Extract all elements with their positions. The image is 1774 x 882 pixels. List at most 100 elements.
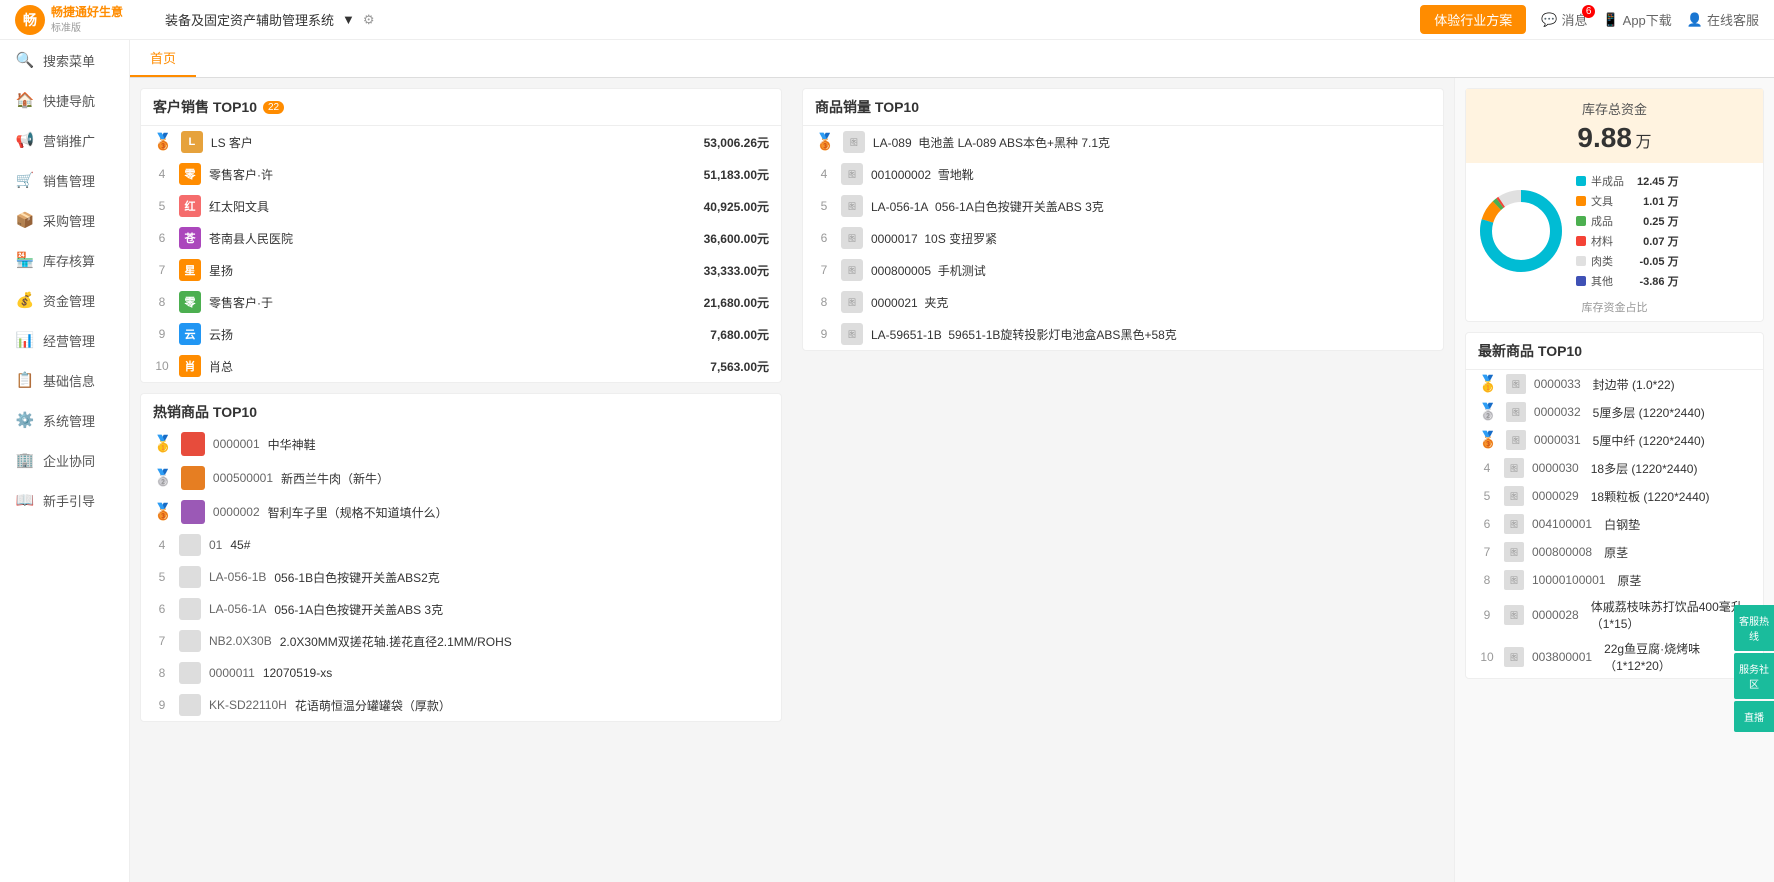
product-code: 0000031 xyxy=(1534,433,1581,447)
avatar: 云 xyxy=(179,323,201,345)
settings-icon[interactable]: ⚙ xyxy=(363,12,375,28)
table-row[interactable]: 7 星 星扬 33,333.00元 xyxy=(141,254,781,286)
sidebar-item-operations[interactable]: 📊 经营管理 xyxy=(0,320,129,360)
list-item[interactable]: 🥉 图 0000031 5厘中纤 (1220*2440) xyxy=(1466,426,1763,454)
product-info: LA-056-1A 056-1A白色按键开关盖ABS 3克 xyxy=(871,198,1104,215)
app-download-button[interactable]: 📱 App下载 xyxy=(1602,10,1671,29)
sidebar-sales-label: 销售管理 xyxy=(43,171,95,190)
list-item[interactable]: 8 图 10000100001 原茎 xyxy=(1466,566,1763,594)
list-item[interactable]: 8 0000011 12070519-xs xyxy=(141,657,781,689)
customer-value: 53,006.26元 xyxy=(704,134,769,151)
product-img: 图 xyxy=(1504,458,1524,478)
content: 首页 客户销售 TOP10 22 🥉 L LS xyxy=(130,40,1774,882)
hot-products-header: 热销商品 TOP10 xyxy=(141,394,781,427)
legend-label: 材料 xyxy=(1591,233,1630,249)
sidebar-marketing-label: 营销推广 xyxy=(43,131,95,150)
list-item[interactable]: 7 图 000800008 原茎 xyxy=(1466,538,1763,566)
sidebar-item-sales[interactable]: 🛒 销售管理 xyxy=(0,160,129,200)
avatar: 肖 xyxy=(179,355,201,377)
list-item[interactable]: 🥈 000500001 新西兰牛肉（新牛） xyxy=(141,461,781,495)
customer-value: 36,600.00元 xyxy=(704,230,769,247)
table-row[interactable]: 8 图 0000021 夹克 xyxy=(803,286,1443,318)
list-item[interactable]: 🥇 图 0000033 封边带 (1.0*22) xyxy=(1466,370,1763,398)
sidebar-item-enterprise[interactable]: 🏢 企业协同 xyxy=(0,440,129,480)
sidebar-item-search[interactable]: 🔍 搜索菜单 xyxy=(0,40,129,80)
rank-number: 9 xyxy=(153,698,171,712)
avatar: 苍 xyxy=(179,227,201,249)
online-service-button[interactable]: 👤 在线客服 xyxy=(1687,10,1759,29)
table-row[interactable]: 9 图 LA-59651-1B 59651-1B旋转投影灯电池盒ABS黑色+58… xyxy=(803,318,1443,350)
list-item[interactable]: 🥈 图 0000032 5厘多层 (1220*2440) xyxy=(1466,398,1763,426)
sidebar-item-nav[interactable]: 🏠 快捷导航 xyxy=(0,80,129,120)
inventory-title-label: 库存总资金 xyxy=(1478,99,1751,118)
product-img: 图 xyxy=(841,323,863,345)
sidebar-item-inventory[interactable]: 🏪 库存核算 xyxy=(0,240,129,280)
table-row[interactable]: 10 肖 肖总 7,563.00元 xyxy=(141,350,781,382)
dropdown-icon: ▼ xyxy=(342,12,355,27)
silver-medal-icon: 🥈 xyxy=(153,468,173,488)
sidebar-item-marketing[interactable]: 📢 营销推广 xyxy=(0,120,129,160)
table-row[interactable]: 6 苍 苍南县人民医院 36,600.00元 xyxy=(141,222,781,254)
legend-color xyxy=(1576,176,1586,186)
product-code: 0000033 xyxy=(1534,377,1581,391)
tab-home[interactable]: 首页 xyxy=(130,40,196,77)
sidebar-item-basic[interactable]: 📋 基础信息 xyxy=(0,360,129,400)
table-row[interactable]: 9 云 云扬 7,680.00元 xyxy=(141,318,781,350)
logo: 畅 畅捷通好生意 标准版 xyxy=(15,5,145,35)
table-row[interactable]: 5 红 红太阳文具 40,925.00元 xyxy=(141,190,781,222)
table-row[interactable]: 8 零 零售客户·于 21,680.00元 xyxy=(141,286,781,318)
list-item[interactable]: 🥉 0000002 智利车子里（规格不知道填什么） xyxy=(141,495,781,529)
service-community-button[interactable]: 服务社区 xyxy=(1734,653,1774,699)
system-selector[interactable]: 装备及固定资产辅助管理系统 ▼ ⚙ xyxy=(165,10,375,29)
table-row[interactable]: 6 图 0000017 10S 变扭罗紧 xyxy=(803,222,1443,254)
product-img: 图 xyxy=(841,259,863,281)
legend-value: 0.25 万 xyxy=(1643,213,1678,229)
middle-content: 商品销量 TOP10 🥉 图 LA-089 电池盖 LA-089 ABS本色+黑… xyxy=(792,78,1454,882)
rank-number: 7 xyxy=(153,634,171,648)
rank-number: 6 xyxy=(815,231,833,245)
sidebar-guide-label: 新手引导 xyxy=(43,491,95,510)
message-button[interactable]: 💬 消息 6 xyxy=(1541,10,1587,29)
livestream-button[interactable]: 直播 xyxy=(1734,701,1774,732)
list-item[interactable]: 5 图 0000029 18颗粒板 (1220*2440) xyxy=(1466,482,1763,510)
table-row[interactable]: 4 零 零售客户·许 51,183.00元 xyxy=(141,158,781,190)
sidebar-item-purchase[interactable]: 📦 采购管理 xyxy=(0,200,129,240)
donut-chart xyxy=(1476,186,1566,276)
sidebar-item-finance[interactable]: 💰 资金管理 xyxy=(0,280,129,320)
list-item[interactable]: 🥇 0000001 中华神鞋 xyxy=(141,427,781,461)
table-row[interactable]: 🥉 L LS 客户 53,006.26元 xyxy=(141,126,781,158)
list-item[interactable]: 6 LA-056-1A 056-1A白色按键开关盖ABS 3克 xyxy=(141,593,781,625)
sidebar-nav-label: 快捷导航 xyxy=(43,91,95,110)
customer-service-button[interactable]: 客服热线 xyxy=(1734,605,1774,651)
sidebar-item-system[interactable]: ⚙️ 系统管理 xyxy=(0,400,129,440)
list-item[interactable]: 4 01 45# xyxy=(141,529,781,561)
product-info: 000800005 手机测试 xyxy=(871,262,986,279)
product-name: 原茎 xyxy=(1617,572,1751,589)
customer-value: 21,680.00元 xyxy=(704,294,769,311)
customer-name: 肖总 xyxy=(209,358,702,375)
list-item[interactable]: 10 图 003800001 22g鱼豆腐·烧烤味（1*12*20） xyxy=(1466,636,1763,678)
legend-value: 12.45 万 xyxy=(1637,173,1679,189)
list-item[interactable]: 9 图 0000028 体戚荔枝味苏打饮品400毫升（1*15） xyxy=(1466,594,1763,636)
rank-number: 7 xyxy=(1478,545,1496,559)
list-item[interactable]: 9 KK-SD22110H 花语萌恒温分罐罐袋（厚款） xyxy=(141,689,781,721)
list-item[interactable]: 5 LA-056-1B 056-1B白色按键开关盖ABS2克 xyxy=(141,561,781,593)
table-row[interactable]: 4 图 001000002 雪地靴 xyxy=(803,158,1443,190)
legend-item: 文具 1.01 万 xyxy=(1576,193,1679,209)
customer-name: LS 客户 xyxy=(211,134,696,151)
legend-label: 半成品 xyxy=(1591,173,1624,189)
sidebar-item-guide[interactable]: 📖 新手引导 xyxy=(0,480,129,520)
table-row[interactable]: 🥉 图 LA-089 电池盖 LA-089 ABS本色+黑种 7.1克 xyxy=(803,126,1443,158)
trial-button[interactable]: 体验行业方案 xyxy=(1420,5,1526,34)
list-item[interactable]: 7 NB2.0X30B 2.0X30MM双搓花轴.搓花直径2.1MM/ROHS xyxy=(141,625,781,657)
product-name: 体戚荔枝味苏打饮品400毫升（1*15） xyxy=(1591,598,1751,632)
customer-name: 红太阳文具 xyxy=(209,198,696,215)
table-row[interactable]: 7 图 000800005 手机测试 xyxy=(803,254,1443,286)
customer-list: 🥉 L LS 客户 53,006.26元 4 零 零售客户·许 51,183.0… xyxy=(141,126,781,382)
latest-header: 最新商品 TOP10 xyxy=(1466,333,1763,370)
list-item[interactable]: 4 图 0000030 18多层 (1220*2440) xyxy=(1466,454,1763,482)
legend-value: 1.01 万 xyxy=(1643,193,1678,209)
list-item[interactable]: 6 图 004100001 白钢垫 xyxy=(1466,510,1763,538)
table-row[interactable]: 5 图 LA-056-1A 056-1A白色按键开关盖ABS 3克 xyxy=(803,190,1443,222)
product-img: 图 xyxy=(1504,542,1524,562)
